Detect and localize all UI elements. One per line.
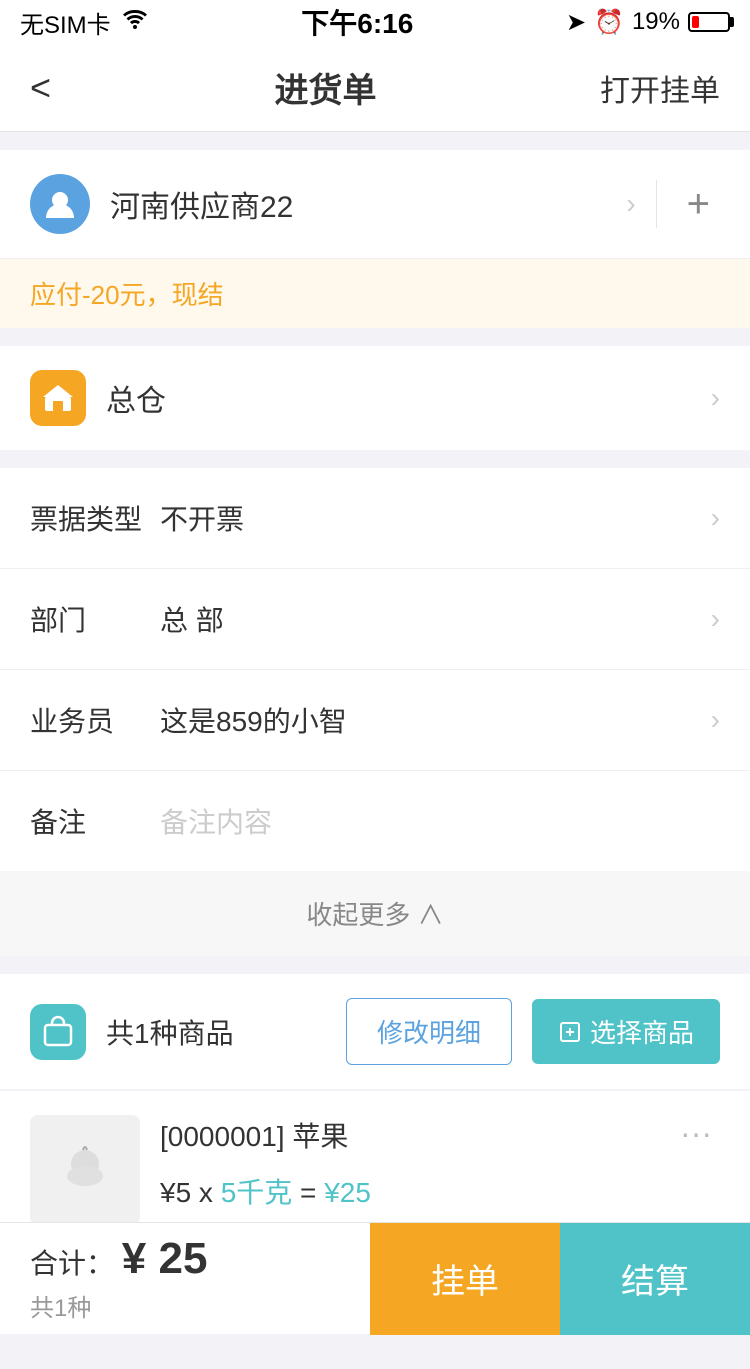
product-price: ¥5 x 5千克 = ¥25 [160,1171,652,1211]
product-header: 共1种商品 修改明细 选择商品 [0,974,750,1089]
location-icon: ➤ [566,8,586,37]
invoice-label: 票据类型 [30,498,160,538]
remark-row[interactable]: 备注 备注内容 [0,771,750,871]
add-supplier-button[interactable]: + [677,182,720,227]
total-price: ¥25 [324,1177,371,1208]
status-right: ➤ ⏰ 19% [566,8,730,37]
dept-label: 部门 [30,599,160,639]
warehouse-section: 总仓 › [0,346,750,450]
open-hang-button[interactable]: 打开挂单 [600,66,720,110]
nav-bar: < 进货单 打开挂单 [0,44,750,132]
page-title: 进货单 [275,63,377,112]
product-code: [0000001] [160,1121,292,1152]
total-count: 共1种 [30,1288,340,1323]
divider [656,180,657,228]
carrier-text: 无SIM卡 [20,5,111,40]
product-thumbnail [30,1115,140,1225]
collapse-button[interactable]: 收起更多 ∧ [0,871,750,956]
alarm-icon: ⏰ [594,8,624,37]
supplier-name: 河南供应商22 [110,182,626,226]
invoice-chevron-icon: › [711,502,720,534]
form-section: 票据类型 不开票 › 部门 总 部 › 业务员 这是859的小智 › 备注 备注… [0,468,750,871]
content: 河南供应商22 › + 应付-20元，现结 总仓 › 票据类型 不开票 › [0,150,750,1369]
select-product-button[interactable]: 选择商品 [532,999,720,1064]
sales-chevron-icon: › [711,704,720,736]
supplier-section: 河南供应商22 › + 应付-20元，现结 [0,150,750,328]
warehouse-row[interactable]: 总仓 › [0,346,750,450]
product-header-icon [30,1004,86,1060]
sales-row[interactable]: 业务员 这是859的小智 › [0,670,750,771]
invoice-value: 不开票 [160,498,711,538]
status-left: 无SIM卡 [20,5,149,40]
warehouse-chevron-icon: › [711,382,720,414]
supplier-row-right: › + [626,180,720,228]
supplier-avatar [30,174,90,234]
warehouse-icon [30,370,86,426]
sales-value: 这是859的小智 [160,700,711,740]
warehouse-name: 总仓 [106,376,711,420]
back-button[interactable]: < [30,67,51,109]
product-title: 苹果 [292,1121,348,1152]
wifi-icon [121,8,149,36]
select-product-label: 选择商品 [590,1013,694,1050]
supplier-chevron-icon: › [626,188,635,220]
unit-price: ¥5 x [160,1177,221,1208]
bottom-bar: 合计： ¥ 25 共1种 挂单 结算 [0,1222,750,1334]
supplier-notice: 应付-20元，现结 [0,259,750,328]
product-more-button[interactable]: ··· [672,1115,720,1152]
qty-highlight: 5千克 [221,1177,293,1208]
hang-button[interactable]: 挂单 [370,1223,560,1335]
dept-row[interactable]: 部门 总 部 › [0,569,750,670]
supplier-row[interactable]: 河南供应商22 › + [0,150,750,259]
total-area: 合计： ¥ 25 共1种 [0,1234,370,1323]
total-amount: ¥ 25 [122,1234,208,1283]
product-info: [0000001] 苹果 ¥5 x 5千克 = ¥25 [160,1115,652,1211]
dept-chevron-icon: › [711,603,720,635]
battery-percent: 19% [632,8,680,36]
battery-icon [688,12,730,32]
status-bar: 无SIM卡 下午6:16 ➤ ⏰ 19% [0,0,750,44]
remark-input[interactable]: 备注内容 [160,801,720,841]
product-name: [0000001] 苹果 [160,1115,652,1155]
equals: = [292,1177,324,1208]
checkout-button[interactable]: 结算 [560,1223,750,1335]
status-time: 下午6:16 [301,2,413,42]
edit-detail-button[interactable]: 修改明细 [346,998,512,1065]
remark-label: 备注 [30,801,160,841]
sales-label: 业务员 [30,700,160,740]
dept-value: 总 部 [160,599,711,639]
product-count: 共1种商品 [106,1012,326,1052]
invoice-type-row[interactable]: 票据类型 不开票 › [0,468,750,569]
total-label: 合计： [30,1248,114,1279]
